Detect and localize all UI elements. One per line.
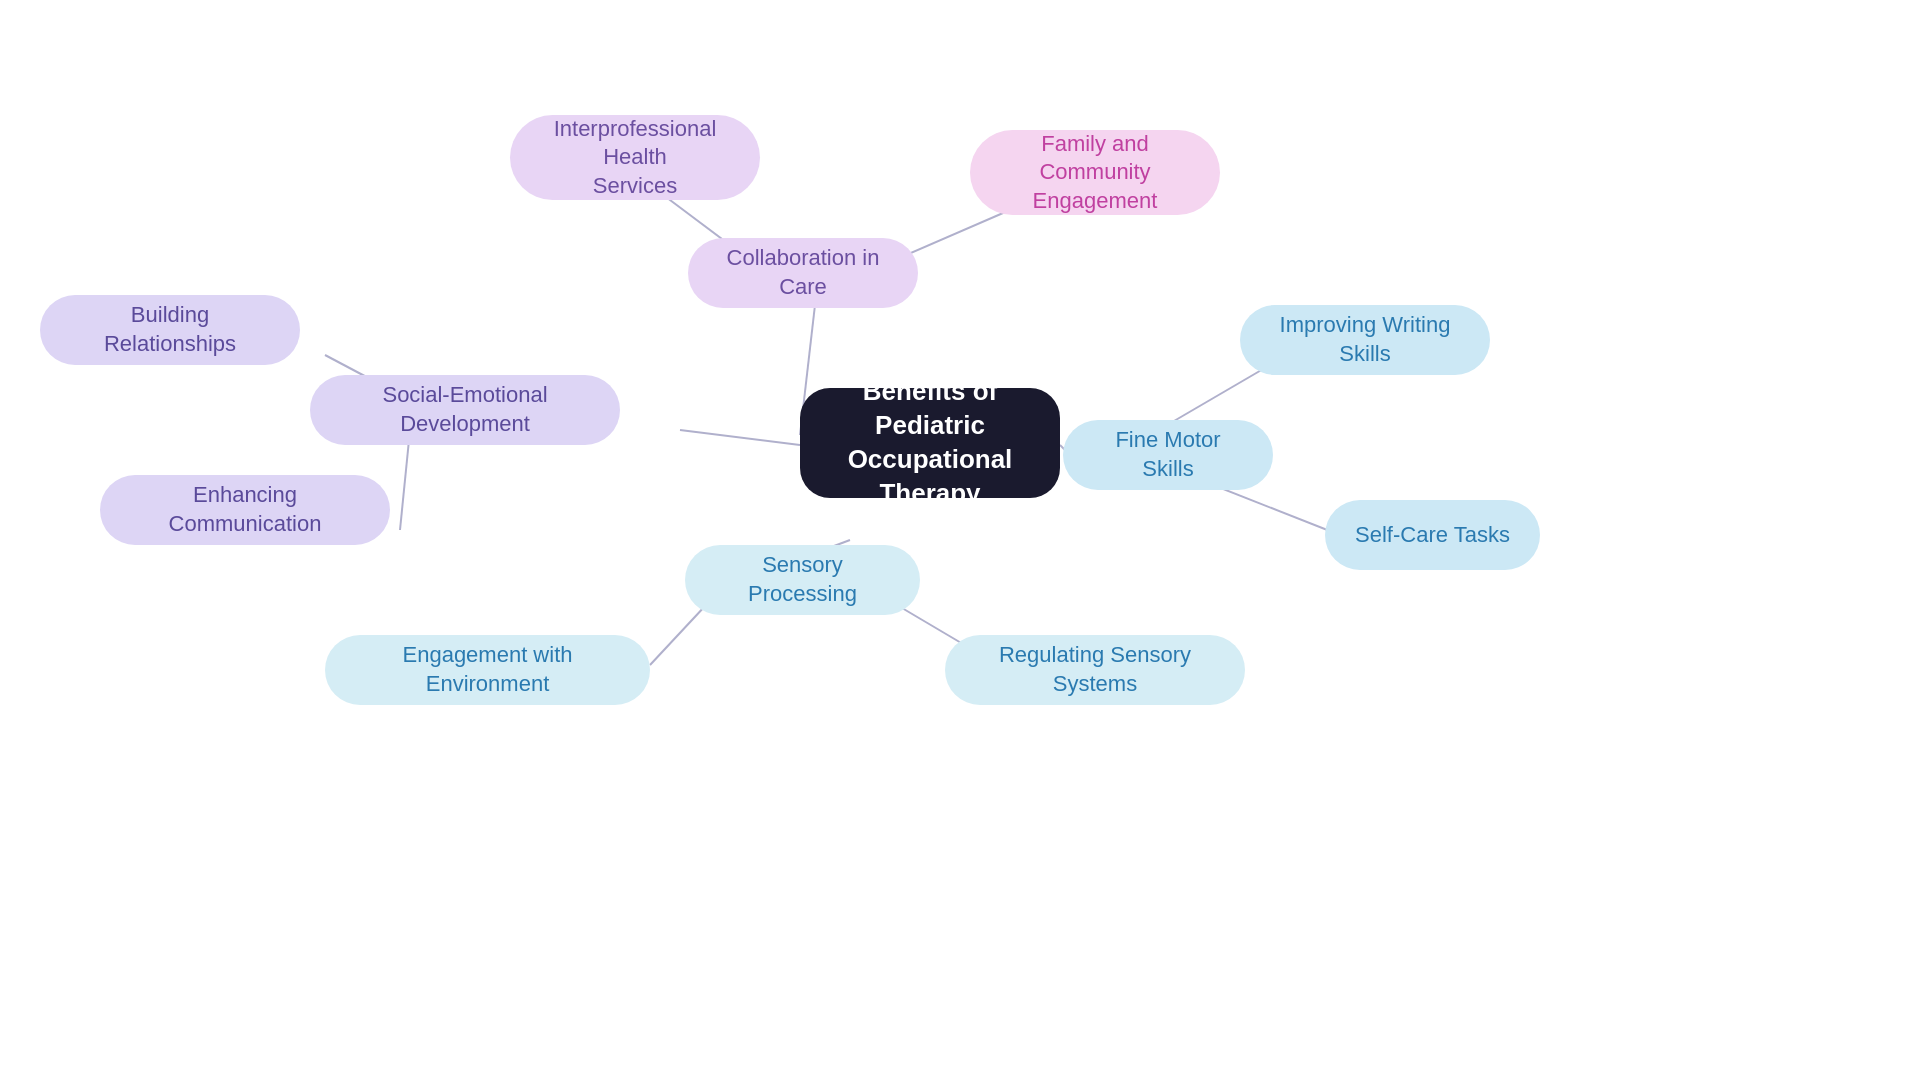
engagement-node[interactable]: Engagement with Environment (325, 635, 650, 705)
sensory-node[interactable]: Sensory Processing (685, 545, 920, 615)
improving-label: Improving Writing Skills (1268, 311, 1462, 368)
interprofessional-label: Interprofessional Health Services (538, 115, 732, 201)
collaboration-label: Collaboration in Care (716, 244, 890, 301)
building-node[interactable]: Building Relationships (40, 295, 300, 365)
improving-node[interactable]: Improving Writing Skills (1240, 305, 1490, 375)
enhancing-node[interactable]: Enhancing Communication (100, 475, 390, 545)
family-label: Family and Community Engagement (998, 130, 1192, 216)
interprofessional-node[interactable]: Interprofessional Health Services (510, 115, 760, 200)
enhancing-label: Enhancing Communication (128, 481, 362, 538)
building-label: Building Relationships (68, 301, 272, 358)
svg-line-3 (680, 430, 800, 445)
regulating-label: Regulating Sensory Systems (973, 641, 1217, 698)
center-node[interactable]: Benefits of Pediatric Occupational Thera… (800, 388, 1060, 498)
family-node[interactable]: Family and Community Engagement (970, 130, 1220, 215)
sensory-label: Sensory Processing (713, 551, 892, 608)
engagement-label: Engagement with Environment (353, 641, 622, 698)
fine-motor-label: Fine Motor Skills (1091, 426, 1245, 483)
self-care-node[interactable]: Self-Care Tasks (1325, 500, 1540, 570)
self-care-label: Self-Care Tasks (1355, 521, 1510, 550)
social-label: Social-Emotional Development (338, 381, 592, 438)
regulating-node[interactable]: Regulating Sensory Systems (945, 635, 1245, 705)
center-label: Benefits of Pediatric Occupational Thera… (828, 375, 1032, 510)
fine-motor-node[interactable]: Fine Motor Skills (1063, 420, 1273, 490)
svg-line-5 (400, 430, 410, 530)
social-node[interactable]: Social-Emotional Development (310, 375, 620, 445)
collaboration-node[interactable]: Collaboration in Care (688, 238, 918, 308)
